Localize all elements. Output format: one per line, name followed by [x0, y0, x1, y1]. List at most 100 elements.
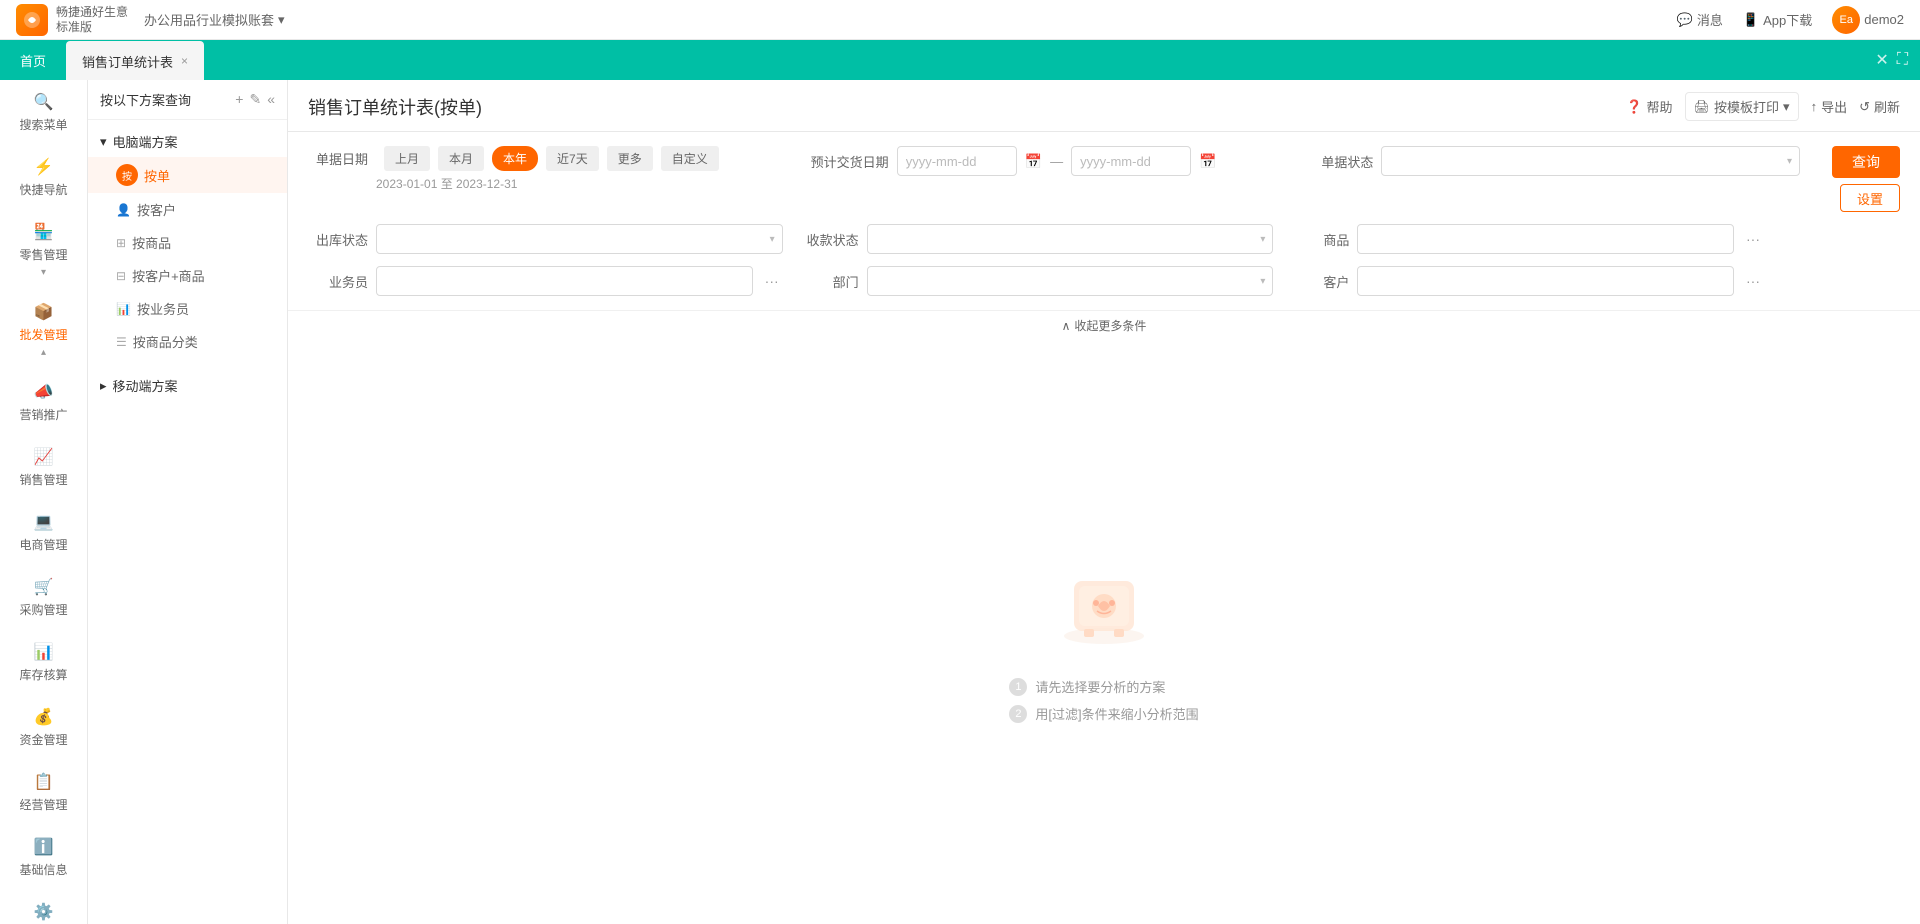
date-quick-group: 上月 本月 本年 近7天 更多 自定义 — [384, 146, 719, 171]
tip-label-1: 请先选择要分析的方案 — [1035, 677, 1165, 696]
sidebar-item-wholesale[interactable]: 📦 批发管理 ▴ — [0, 290, 87, 370]
tree-item-label: 按商品 — [132, 233, 171, 252]
finance-icon: 💰 — [34, 707, 54, 727]
out-status-select[interactable] — [376, 224, 783, 254]
tab-home[interactable]: 首页 — [0, 40, 66, 80]
tree-item-by-salesman[interactable]: 📊 按业务员 — [88, 292, 287, 325]
sidebar-item-operations[interactable]: 📋 经营管理 — [0, 760, 87, 825]
company-selector[interactable]: 办公用品行业模拟账套 ▾ — [136, 6, 293, 33]
sidebar: 🔍 搜索菜单 ⚡ 快捷导航 🏪 零售管理 ▾ 📦 批发管理 ▴ 📣 营销推广 📈… — [0, 80, 88, 924]
top-bar: 畅捷通好生意 标准版 办公用品行业模拟账套 ▾ 💬 消息 📱 App下载 Ea … — [0, 0, 1920, 40]
empty-tip-1: 1 请先选择要分析的方案 — [1009, 677, 1198, 696]
sidebar-item-label: 快捷导航 — [19, 181, 67, 198]
tab-sales-stats[interactable]: 销售订单统计表 × — [66, 41, 204, 81]
sidebar-item-label: 营销推广 — [19, 406, 67, 423]
salesman-input[interactable] — [376, 266, 753, 296]
help-button[interactable]: ❓ 帮助 — [1626, 97, 1672, 116]
tree-item-by-category[interactable]: ☰ 按商品分类 — [88, 325, 287, 358]
empty-state: 1 请先选择要分析的方案 2 用[过滤]条件来缩小分析范围 — [288, 340, 1920, 924]
expand-icon: ▴ — [41, 347, 46, 358]
tree-item-label: 按业务员 — [137, 299, 189, 318]
customer-goods-icon: ⊟ — [116, 269, 126, 283]
mobile-section-header[interactable]: ▸ 移动端方案 — [88, 370, 287, 401]
export-icon: ↑ — [1811, 99, 1818, 114]
date-btn-custom[interactable]: 自定义 — [661, 146, 719, 171]
expected-date-end-input[interactable] — [1071, 146, 1191, 176]
basic-info-icon: ℹ️ — [34, 837, 54, 857]
expected-date-start-input[interactable] — [897, 146, 1017, 176]
window-close-icon[interactable]: ✕ — [1875, 50, 1888, 70]
tree-item-by-goods[interactable]: ⊞ 按商品 — [88, 226, 287, 259]
pc-section-label: 电脑端方案 — [113, 132, 178, 151]
customer-more-icon[interactable]: ··· — [1742, 273, 1764, 289]
refresh-button[interactable]: ↺ 刷新 — [1859, 97, 1900, 116]
sidebar-item-basic-info[interactable]: ℹ️ 基础信息 — [0, 825, 87, 890]
page-title-row: 销售订单统计表(按单) ❓ 帮助 🖨 按模板打印 ▾ ↑ — [308, 92, 1900, 131]
expected-date-group: 预计交货日期 📅 — 📅 — [811, 146, 1298, 176]
inventory-icon: 📊 — [34, 642, 54, 662]
message-action[interactable]: 💬 消息 — [1677, 10, 1723, 29]
tip-num-2: 2 — [1009, 705, 1027, 723]
category-icon: ☰ — [116, 335, 127, 349]
sidebar-item-retail[interactable]: 🏪 零售管理 ▾ — [0, 210, 87, 290]
date-btn-7days[interactable]: 近7天 — [546, 146, 599, 171]
mobile-section-label: 移动端方案 — [113, 376, 178, 395]
sidebar-item-label: 销售管理 — [19, 471, 67, 488]
pay-status-select[interactable] — [867, 224, 1274, 254]
user-action[interactable]: Ea demo2 — [1832, 6, 1904, 34]
date-btn-more[interactable]: 更多 — [607, 146, 653, 171]
expand-icon: ▾ — [41, 267, 46, 278]
tree-item-label: 按商品分类 — [133, 332, 198, 351]
action-buttons: 查询 设置 — [1816, 146, 1900, 212]
logo-icon — [16, 4, 48, 36]
dept-select[interactable] — [867, 266, 1274, 296]
settings-button[interactable]: 设置 — [1840, 184, 1900, 212]
empty-illustration — [1044, 541, 1164, 661]
date-filter-row: 单据日期 上月 本月 本年 近7天 更多 自定义 — [308, 146, 795, 171]
sidebar-item-purchase[interactable]: 🛒 采购管理 — [0, 565, 87, 630]
sidebar-item-system[interactable]: ⚙️ 系统管理 — [0, 890, 87, 924]
goods-icon: ⊞ — [116, 236, 126, 250]
date-btn-this-year[interactable]: 本年 — [492, 146, 538, 171]
date-btn-last-month[interactable]: 上月 — [384, 146, 430, 171]
sidebar-item-finance[interactable]: 💰 资金管理 — [0, 695, 87, 760]
tree-item-by-customer-goods[interactable]: ⊟ 按客户+商品 — [88, 259, 287, 292]
pay-status-label: 收款状态 — [799, 230, 859, 249]
window-maximize-icon[interactable]: ⛶ — [1897, 51, 1908, 69]
expected-date-label: 预计交货日期 — [811, 152, 889, 171]
calendar-end-icon[interactable]: 📅 — [1199, 153, 1216, 170]
template-print-button[interactable]: 🖨 按模板打印 ▾ — [1685, 92, 1799, 121]
sidebar-item-search[interactable]: 🔍 搜索菜单 — [0, 80, 87, 145]
empty-tips: 1 请先选择要分析的方案 2 用[过滤]条件来缩小分析范围 — [1009, 677, 1198, 723]
sidebar-item-ecommerce[interactable]: 💻 电商管理 — [0, 500, 87, 565]
edit-scheme-button[interactable]: ✎ — [249, 91, 261, 108]
add-scheme-button[interactable]: + — [235, 91, 243, 108]
goods-input[interactable] — [1357, 224, 1734, 254]
print-icon: 🖨 — [1694, 99, 1711, 115]
tree-item-by-order[interactable]: 按 按单 — [88, 157, 287, 193]
query-button[interactable]: 查询 — [1832, 146, 1900, 178]
out-status-label: 出库状态 — [308, 230, 368, 249]
collapse-panel-button[interactable]: « — [267, 91, 275, 108]
sidebar-item-quick-nav[interactable]: ⚡ 快捷导航 — [0, 145, 87, 210]
customer-input[interactable] — [1357, 266, 1734, 296]
calendar-start-icon[interactable]: 📅 — [1025, 153, 1042, 170]
app-download-action[interactable]: 📱 App下载 — [1743, 10, 1812, 29]
salesman-more-icon[interactable]: ··· — [761, 273, 783, 289]
sidebar-item-sales[interactable]: 📈 销售管理 — [0, 435, 87, 500]
pc-section-header[interactable]: ▾ 电脑端方案 — [88, 126, 287, 157]
tab-close-icon[interactable]: × — [181, 54, 188, 68]
sidebar-item-marketing[interactable]: 📣 营销推广 — [0, 370, 87, 435]
collapse-filter-button[interactable]: ∧ 收起更多条件 — [288, 310, 1920, 340]
tree-item-by-customer[interactable]: 👤 按客户 — [88, 193, 287, 226]
tip-label-2: 用[过滤]条件来缩小分析范围 — [1035, 704, 1198, 723]
logo-text: 畅捷通好生意 标准版 — [56, 5, 128, 34]
sidebar-item-inventory[interactable]: 📊 库存核算 — [0, 630, 87, 695]
goods-more-icon[interactable]: ··· — [1742, 231, 1764, 247]
export-button[interactable]: ↑ 导出 — [1811, 97, 1848, 116]
status-select[interactable] — [1381, 146, 1800, 176]
page-title: 销售订单统计表(按单) — [308, 94, 482, 120]
sales-icon: 📈 — [34, 447, 54, 467]
date-btn-this-month[interactable]: 本月 — [438, 146, 484, 171]
status-group: 单据状态 ▾ — [1313, 146, 1800, 176]
